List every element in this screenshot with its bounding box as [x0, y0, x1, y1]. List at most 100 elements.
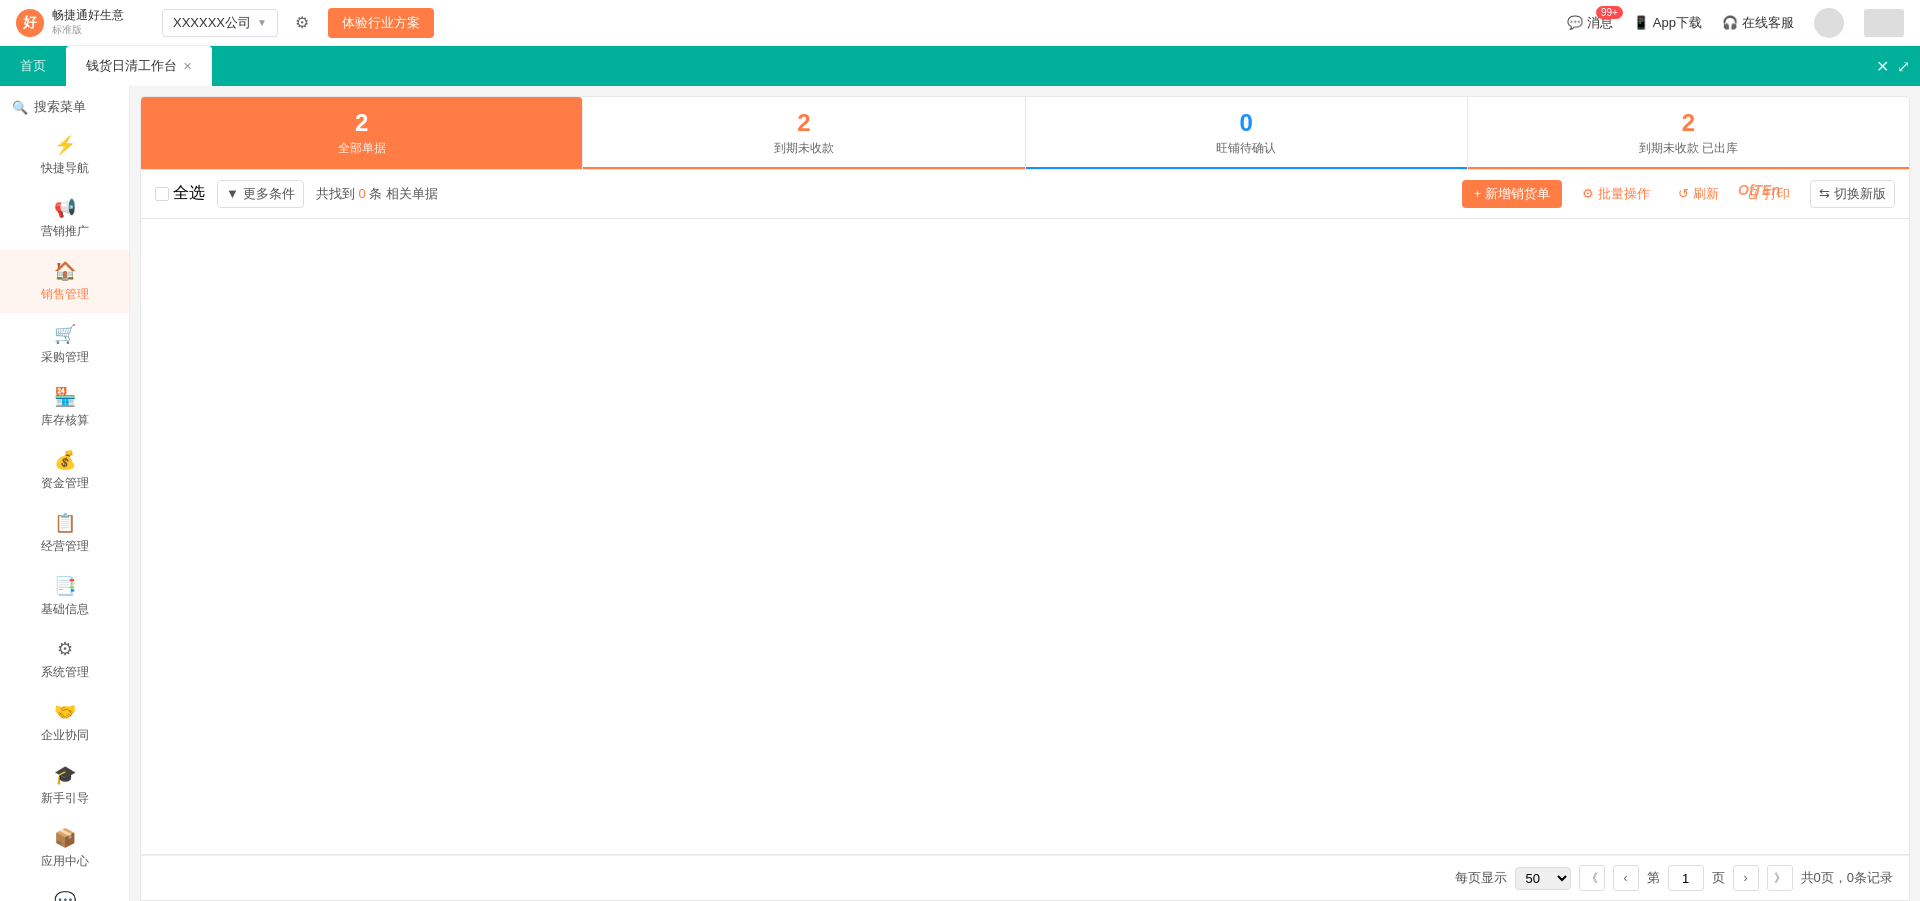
settings-button[interactable]: ⚙	[288, 9, 316, 37]
user-name-area[interactable]	[1864, 9, 1904, 37]
stat-tab-overdue[interactable]: 2 到期未收款	[583, 97, 1025, 169]
first-page-button[interactable]: 《	[1579, 865, 1605, 891]
sidebar-search[interactable]: 🔍 搜索菜单	[0, 90, 129, 124]
online-service-label: 在线客服	[1742, 14, 1794, 32]
sidebar-item-system-label: 系统管理	[41, 664, 89, 681]
page-label-first: 第	[1647, 869, 1660, 887]
tab-home-label: 首页	[20, 57, 46, 75]
batch-icon: ⚙	[1582, 186, 1594, 201]
filter-icon: ▼	[226, 186, 239, 201]
sidebar-item-promo[interactable]: 📢 营销推广	[0, 187, 129, 250]
stat-all-label: 全部单据	[338, 140, 386, 157]
sidebar-item-nav-label: 快捷导航	[41, 160, 89, 177]
message-button[interactable]: 💬 消息 99+	[1567, 14, 1613, 32]
batch-label: 批量操作	[1598, 185, 1650, 203]
stat-all-number: 2	[355, 109, 368, 138]
message-icon: 💬	[1567, 15, 1583, 30]
sidebar-item-finance-label: 资金管理	[41, 475, 89, 492]
sidebar-item-inventory-label: 库存核算	[41, 412, 89, 429]
often-label: OfTEn	[1738, 182, 1780, 198]
table-area	[140, 219, 1910, 855]
sidebar-item-sales-label: 销售管理	[41, 286, 89, 303]
next-page-button[interactable]: ›	[1733, 865, 1759, 891]
service-icon: 🎧	[1722, 15, 1738, 30]
last-page-button[interactable]: 》	[1767, 865, 1793, 891]
main-content: 2 全部单据 2 到期未收款 0 旺铺待确认 2 到期未收款 已出库	[130, 86, 1920, 901]
switch-icon: ⇆	[1819, 186, 1830, 201]
pagination: 每页显示 50 10 20 100 《 ‹ 第 页 › 》 共0页，0条记录	[140, 855, 1910, 901]
online-service-button[interactable]: 🎧 在线客服	[1722, 14, 1794, 32]
stat-tab-pending[interactable]: 0 旺铺待确认	[1026, 97, 1468, 169]
tab-close-all-icon[interactable]: ✕	[1876, 57, 1889, 76]
company-dropdown-arrow: ▼	[257, 17, 267, 28]
stat-tab-overdue-out[interactable]: 2 到期未收款 已出库	[1468, 97, 1909, 169]
logo-sub: 标准版	[52, 23, 124, 37]
prev-page-button[interactable]: ‹	[1613, 865, 1639, 891]
next-page-icon: ›	[1744, 871, 1748, 885]
page-size-select[interactable]: 50 10 20 100	[1515, 867, 1571, 890]
app-download-label: App下载	[1653, 14, 1702, 32]
filter-button[interactable]: ▼ 更多条件	[217, 180, 304, 208]
sidebar-item-guide[interactable]: 🎓 新手引导	[0, 754, 129, 817]
found-text: 共找到 0 条 相关单据	[316, 185, 438, 203]
refresh-button[interactable]: ↺ 刷新	[1670, 181, 1727, 207]
sidebar-item-appcenter-label: 应用中心	[41, 853, 89, 870]
sidebar-item-inventory[interactable]: 🏪 库存核算	[0, 376, 129, 439]
finance-icon: 💰	[54, 449, 76, 471]
page-number-input[interactable]	[1668, 865, 1704, 891]
tab-home[interactable]: 首页	[0, 46, 66, 86]
top-right-area: 💬 消息 99+ 📱 App下载 🎧 在线客服	[1567, 8, 1904, 38]
stats-tabs: 2 全部单据 2 到期未收款 0 旺铺待确认 2 到期未收款 已出库	[140, 96, 1910, 170]
sidebar-item-operations[interactable]: 📋 经营管理	[0, 502, 129, 565]
select-all-label: 全选	[173, 183, 205, 204]
tab-workbench-label: 钱货日清工作台	[86, 57, 177, 75]
switch-version-button[interactable]: ⇆ 切换新版	[1810, 180, 1895, 208]
checkbox-icon	[155, 187, 169, 201]
stat-overdue-label: 到期未收款	[774, 140, 834, 157]
page-size-label: 每页显示	[1455, 869, 1507, 887]
search-label: 搜索菜单	[34, 98, 86, 116]
found-count: 0	[359, 186, 366, 201]
sidebar: 🔍 搜索菜单 ⚡ 快捷导航 📢 营销推广 🏠 销售管理 🛒 采购管理 🏪 库存核…	[0, 86, 130, 901]
sidebar-item-wechat[interactable]: 💬 企业微信	[0, 880, 129, 901]
sidebar-item-nav[interactable]: ⚡ 快捷导航	[0, 124, 129, 187]
stat-pending-label: 旺铺待确认	[1216, 140, 1276, 157]
close-tab-icon[interactable]: ✕	[183, 60, 192, 73]
stat-pending-number: 0	[1239, 109, 1252, 138]
logo-area: 好 畅捷通好生意 标准版	[16, 8, 146, 38]
sidebar-item-purchase[interactable]: 🛒 采购管理	[0, 313, 129, 376]
refresh-label: 刷新	[1693, 185, 1719, 203]
stat-overdue-out-number: 2	[1682, 109, 1695, 138]
sidebar-item-finance[interactable]: 💰 资金管理	[0, 439, 129, 502]
logo-text: 畅捷通好生意	[52, 8, 124, 24]
sidebar-item-promo-label: 营销推广	[41, 223, 89, 240]
toolbar-right: + 新增销货单 ⚙ 批量操作 ↺ 刷新 🖨 打印 ⇆ 切换新版	[1462, 180, 1895, 208]
tab-work-bench[interactable]: 钱货日清工作台 ✕	[66, 46, 212, 86]
last-page-icon: 》	[1774, 870, 1786, 887]
toolbar: 全选 ▼ 更多条件 共找到 0 条 相关单据 + 新增销货单 ⚙ 批量操作 ↺	[140, 170, 1910, 219]
user-avatar[interactable]	[1814, 8, 1844, 38]
sidebar-item-cooperation[interactable]: 🤝 企业协同	[0, 691, 129, 754]
switch-label: 切换新版	[1834, 185, 1886, 203]
sidebar-item-sales[interactable]: 🏠 销售管理	[0, 250, 129, 313]
select-all-checkbox[interactable]: 全选	[155, 183, 205, 204]
app-download-button[interactable]: 📱 App下载	[1633, 14, 1702, 32]
first-page-icon: 《	[1586, 870, 1598, 887]
sidebar-item-system[interactable]: ⚙ 系统管理	[0, 628, 129, 691]
sidebar-item-basic[interactable]: 📑 基础信息	[0, 565, 129, 628]
sales-icon: 🏠	[54, 260, 76, 282]
stat-tab-all[interactable]: 2 全部单据	[141, 97, 583, 169]
nav-icon: ⚡	[54, 134, 76, 156]
batch-operation-button[interactable]: ⚙ 批量操作	[1574, 181, 1658, 207]
trial-button[interactable]: 体验行业方案	[328, 8, 434, 38]
sidebar-item-appcenter[interactable]: 📦 应用中心	[0, 817, 129, 880]
appcenter-icon: 📦	[54, 827, 76, 849]
add-sales-order-button[interactable]: + 新增销货单	[1462, 180, 1562, 208]
refresh-icon: ↺	[1678, 186, 1689, 201]
sidebar-item-basic-label: 基础信息	[41, 601, 89, 618]
promo-icon: 📢	[54, 197, 76, 219]
tab-expand-icon[interactable]: ⤢	[1897, 57, 1910, 76]
search-icon: 🔍	[12, 100, 28, 115]
company-selector[interactable]: XXXXXX公司 ▼	[162, 9, 278, 37]
phone-icon: 📱	[1633, 15, 1649, 30]
